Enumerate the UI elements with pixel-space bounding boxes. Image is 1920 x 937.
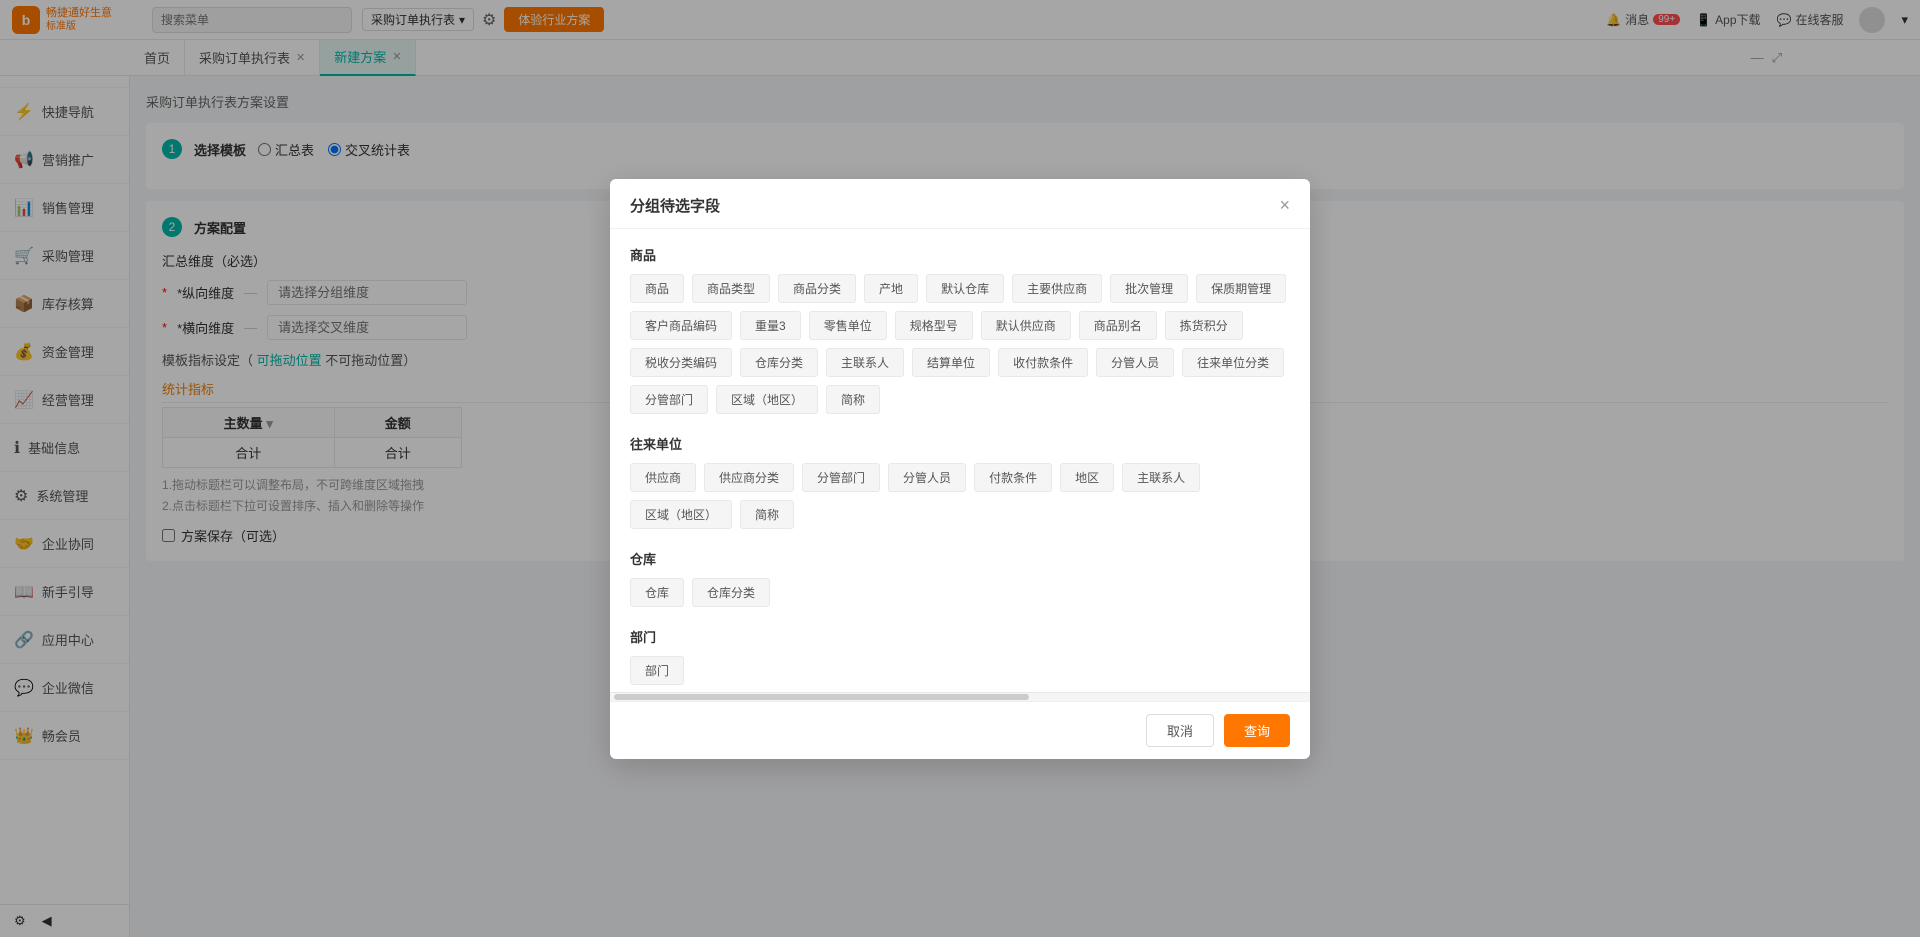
field-tag-3-0[interactable]: 部门 — [630, 656, 684, 685]
field-tag-0-5[interactable]: 主要供应商 — [1012, 274, 1102, 303]
field-tag-0-9[interactable]: 重量3 — [740, 311, 801, 340]
field-tag-0-13[interactable]: 商品别名 — [1079, 311, 1157, 340]
field-tag-1-0[interactable]: 供应商 — [630, 463, 696, 492]
field-tag-0-7[interactable]: 保质期管理 — [1196, 274, 1286, 303]
field-tag-1-6[interactable]: 主联系人 — [1122, 463, 1200, 492]
field-tag-1-4[interactable]: 付款条件 — [974, 463, 1052, 492]
section-title-0: 商品 — [630, 245, 1290, 264]
modal-section-0: 商品商品商品类型商品分类产地默认仓库主要供应商批次管理保质期管理客户商品编码重量… — [630, 245, 1290, 414]
modal-close-button[interactable]: × — [1279, 195, 1290, 216]
field-tag-0-19[interactable]: 收付款条件 — [998, 348, 1088, 377]
modal-overlay: 分组待选字段 × 商品商品商品类型商品分类产地默认仓库主要供应商批次管理保质期管… — [0, 0, 1920, 937]
field-tag-0-3[interactable]: 产地 — [864, 274, 918, 303]
field-tag-0-14[interactable]: 拣货积分 — [1165, 311, 1243, 340]
field-tag-0-21[interactable]: 往来单位分类 — [1182, 348, 1284, 377]
modal-horizontal-scrollbar[interactable] — [610, 692, 1310, 701]
field-tag-0-20[interactable]: 分管人员 — [1096, 348, 1174, 377]
field-tag-0-17[interactable]: 主联系人 — [826, 348, 904, 377]
field-tag-2-0[interactable]: 仓库 — [630, 578, 684, 607]
modal-footer: 取消 查询 — [610, 701, 1310, 759]
field-tag-0-24[interactable]: 简称 — [826, 385, 880, 414]
field-tag-0-0[interactable]: 商品 — [630, 274, 684, 303]
field-tag-1-7[interactable]: 区域（地区） — [630, 500, 732, 529]
field-tag-0-1[interactable]: 商品类型 — [692, 274, 770, 303]
field-tag-0-23[interactable]: 区域（地区） — [716, 385, 818, 414]
field-tag-1-8[interactable]: 简称 — [740, 500, 794, 529]
field-tag-0-6[interactable]: 批次管理 — [1110, 274, 1188, 303]
field-tag-1-1[interactable]: 供应商分类 — [704, 463, 794, 492]
field-tag-1-5[interactable]: 地区 — [1060, 463, 1114, 492]
field-tag-0-11[interactable]: 规格型号 — [895, 311, 973, 340]
section-title-1: 往来单位 — [630, 434, 1290, 453]
section-fields-1: 供应商供应商分类分管部门分管人员付款条件地区主联系人区域（地区） 简称 — [630, 463, 1290, 529]
field-tag-0-10[interactable]: 零售单位 — [809, 311, 887, 340]
confirm-button[interactable]: 查询 — [1224, 714, 1290, 747]
field-tag-2-1[interactable]: 仓库分类 — [692, 578, 770, 607]
modal-section-1: 往来单位供应商供应商分类分管部门分管人员付款条件地区主联系人区域（地区） 简称 — [630, 434, 1290, 529]
field-tag-0-12[interactable]: 默认供应商 — [981, 311, 1071, 340]
field-tag-0-4[interactable]: 默认仓库 — [926, 274, 1004, 303]
field-tag-0-2[interactable]: 商品分类 — [778, 274, 856, 303]
section-fields-3: 部门 — [630, 656, 1290, 685]
field-tag-0-15[interactable]: 税收分类编码 — [630, 348, 732, 377]
section-title-3: 部门 — [630, 627, 1290, 646]
field-tag-0-18[interactable]: 结算单位 — [912, 348, 990, 377]
modal-header: 分组待选字段 × — [610, 179, 1310, 229]
field-tag-0-22[interactable]: 分管部门 — [630, 385, 708, 414]
field-tag-0-8[interactable]: 客户商品编码 — [630, 311, 732, 340]
modal-title: 分组待选字段 — [630, 195, 720, 216]
field-select-modal: 分组待选字段 × 商品商品商品类型商品分类产地默认仓库主要供应商批次管理保质期管… — [610, 179, 1310, 759]
modal-section-3: 部门部门 — [630, 627, 1290, 685]
hscroll-thumb — [614, 694, 1029, 700]
section-fields-2: 仓库仓库分类 — [630, 578, 1290, 607]
cancel-button[interactable]: 取消 — [1146, 714, 1214, 747]
modal-section-2: 仓库仓库仓库分类 — [630, 549, 1290, 607]
section-fields-0: 商品商品类型商品分类产地默认仓库主要供应商批次管理保质期管理客户商品编码重量3 零… — [630, 274, 1290, 414]
field-tag-1-3[interactable]: 分管人员 — [888, 463, 966, 492]
field-tag-1-2[interactable]: 分管部门 — [802, 463, 880, 492]
field-tag-0-16[interactable]: 仓库分类 — [740, 348, 818, 377]
modal-body: 商品商品商品类型商品分类产地默认仓库主要供应商批次管理保质期管理客户商品编码重量… — [610, 229, 1310, 692]
section-title-2: 仓库 — [630, 549, 1290, 568]
